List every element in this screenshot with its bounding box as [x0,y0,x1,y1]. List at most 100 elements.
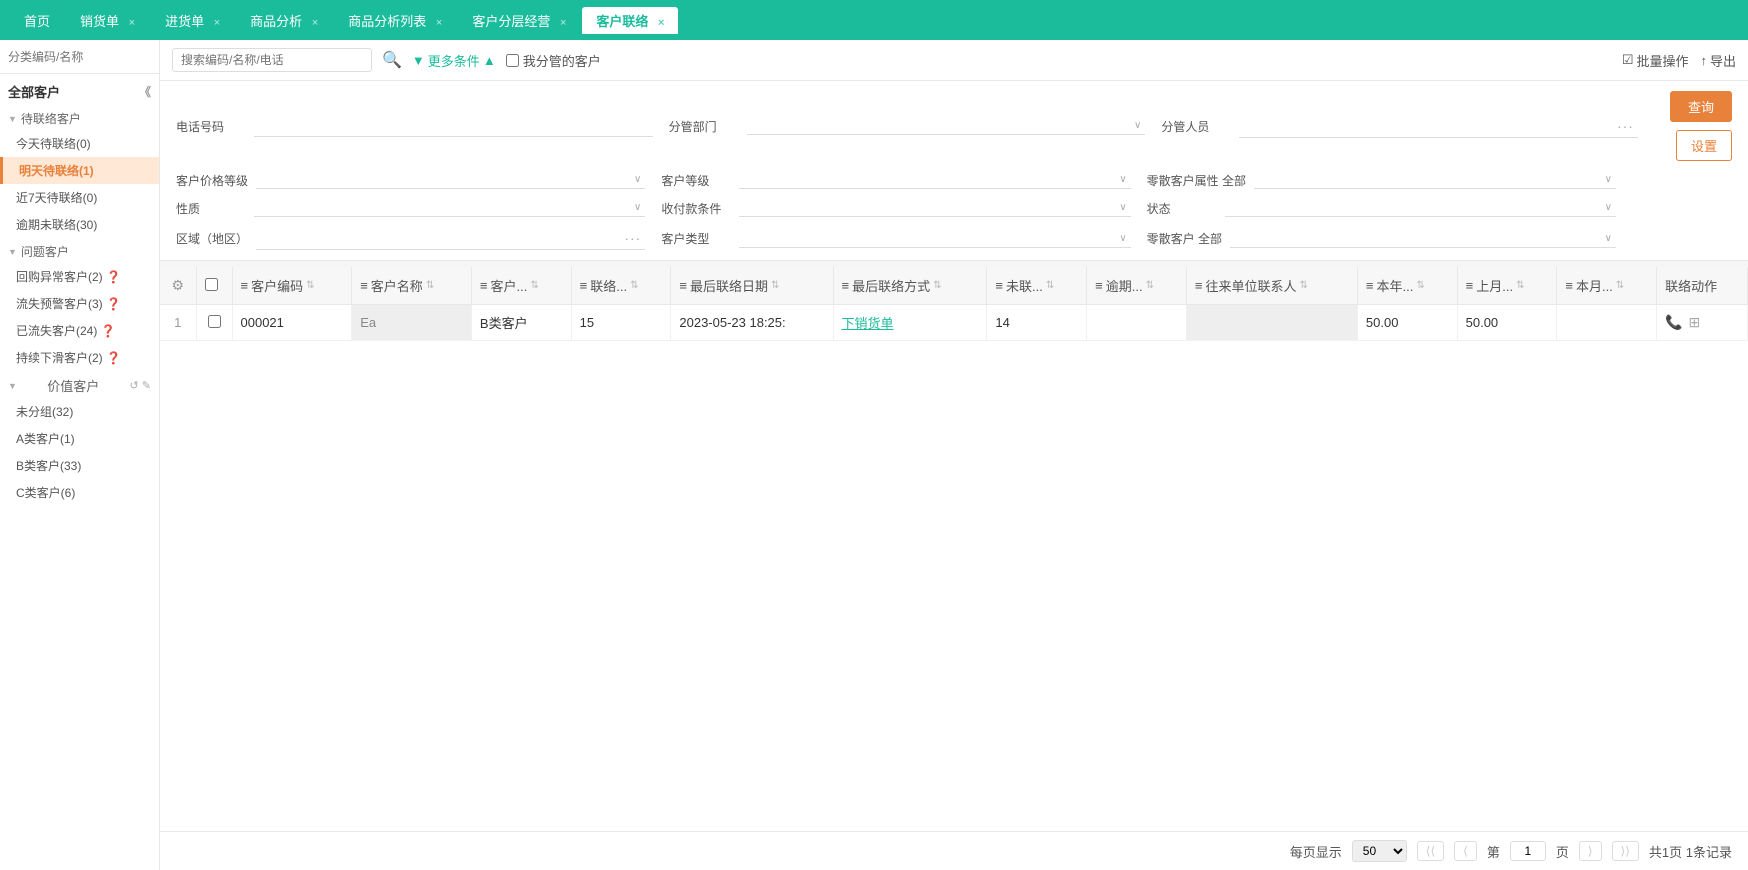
filter-department: 分管部门 ∨ [669,117,1146,135]
sort-icon: ⇅ [306,280,314,291]
last-page-button[interactable]: ⟩⟩ [1612,841,1639,861]
nav-sales-order[interactable]: 销货单 × [66,7,149,34]
sidebar-item-declining[interactable]: 持续下滑客户(2) ❓ [0,344,159,371]
th-current-month: ≡ 本月... ⇅ [1557,267,1657,305]
sales-order-link[interactable]: 下销货单 [842,316,894,331]
customer-type-dropdown[interactable]: ∨ [739,230,1130,248]
collapse-icon[interactable]: 《 [139,83,151,100]
customer-level-dropdown[interactable]: ∨ [739,171,1130,189]
td-no-contact: 14 [987,305,1087,341]
search-button[interactable]: 🔍 [382,50,402,70]
th-no-contact: ≡ 未联... ⇅ [987,267,1087,305]
filter-row-1: 电话号码 分管部门 ∨ 分管人员 ··· 查询 设置 [176,91,1732,161]
all-customers-header: 全部客户 《 [0,74,159,105]
row-checkbox[interactable] [208,315,221,328]
td-checkbox[interactable] [196,305,232,341]
per-page-select[interactable]: 50 100 200 [1352,840,1407,862]
sidebar-item-class-a[interactable]: A类客户(1) [0,425,159,452]
td-index: 1 [160,305,196,341]
filter-row-3: 性质 ∨ 收付款条件 ∨ 状态 ∨ [176,199,1732,217]
batch-action-button[interactable]: ☑ 批量操作 [1622,51,1689,70]
region-input[interactable]: ··· [256,227,645,250]
th-action: 联络动作 [1657,267,1748,305]
sort-icon: ⇅ [530,280,538,291]
page-input[interactable] [1510,841,1546,861]
search-input[interactable] [172,48,372,72]
sidebar-search-input[interactable] [8,50,160,64]
sidebar-item-churn-warning[interactable]: 流失预警客户(3) ❓ [0,290,159,317]
my-customers-checkbox-label[interactable]: 我分管的客户 [506,51,601,70]
th-name: ≡ 客户名称 ⇅ [352,267,472,305]
th-code: ≡ 客户编码 ⇅ [232,267,352,305]
prev-page-button[interactable]: ⟨ [1454,841,1477,861]
filter-region: 区域（地区） ··· [176,227,645,250]
export-button[interactable]: ↑ 导出 [1700,51,1736,70]
manager-input[interactable]: ··· [1239,115,1638,138]
department-label: 分管部门 [669,118,739,135]
chevron-down-icon: ∨ [634,174,641,185]
status-label: 状态 [1147,200,1217,217]
table-header-row: ⚙ ≡ 客户编码 ⇅ ≡ 客户名称 ⇅ ≡ 客户... ⇅ ≡ 联络... ⇅ … [160,267,1748,305]
nature-label: 性质 [176,200,246,217]
sidebar-item-7days-contact[interactable]: 近7天待联络(0) [0,184,159,211]
retail-customer-dropdown[interactable]: ∨ [1230,230,1616,248]
nav-purchase-order[interactable]: 进货单 × [151,7,234,34]
sort-icon: ⇅ [1616,280,1624,291]
query-button[interactable]: 查询 [1670,91,1732,122]
close-icon: × [129,17,135,29]
chevron-down-icon: ∨ [634,202,641,213]
filter-payment-terms: 收付款条件 ∨ [661,199,1130,217]
next-page-button[interactable]: ⟩ [1579,841,1602,861]
sort-icon: ⇅ [630,280,638,291]
sidebar-item-churned[interactable]: 已流失客户(24) ❓ [0,317,159,344]
nav-product-analysis-list[interactable]: 商品分析列表 × [334,7,456,34]
td-last-month: 50.00 [1457,305,1557,341]
phone-input[interactable] [254,116,653,137]
settings-button[interactable]: 设置 [1676,130,1732,161]
sort-icon: ⇅ [1046,280,1054,291]
nav-home[interactable]: 首页 [10,7,64,34]
more-conditions-button[interactable]: ▼ 更多条件 ▲ [412,51,496,70]
nav-customer-contact[interactable]: 客户联络 × [582,7,678,34]
sort-icon: ⇅ [933,280,941,291]
td-last-method[interactable]: 下销货单 [833,305,987,341]
nature-dropdown[interactable]: ∨ [254,199,645,217]
sidebar-item-overdue-contact[interactable]: 逾期未联络(30) [0,211,159,238]
filter-phone: 电话号码 [176,116,653,137]
th-last-method: ≡ 最后联络方式 ⇅ [833,267,987,305]
sidebar-item-abnormal-repurchase[interactable]: 回购异常客户(2) ❓ [0,263,159,290]
retail-attr-dropdown[interactable]: ∨ [1254,171,1616,189]
payment-terms-dropdown[interactable]: ∨ [739,199,1130,217]
sidebar-item-class-c[interactable]: C类客户(6) [0,479,159,506]
content-area: 🔍 ▼ 更多条件 ▲ 我分管的客户 ☑ 批量操作 ↑ 导出 [160,40,1748,870]
retail-customer-label: 零散客户 全部 [1147,230,1222,247]
payment-terms-label: 收付款条件 [661,200,731,217]
phone-action-icon[interactable]: 📞 [1665,314,1682,331]
my-customers-checkbox[interactable] [506,54,519,67]
sidebar-item-ungrouped[interactable]: 未分组(32) [0,398,159,425]
grid-action-icon[interactable]: ⊞ [1689,314,1701,331]
filter-row-4: 区域（地区） ··· 客户类型 ∨ 零散客户 全部 ∨ [176,227,1732,250]
chevron-down-icon: ∨ [1605,233,1612,244]
group-problem-customers: 问题客户 [0,238,159,263]
sidebar-item-class-b[interactable]: B类客户(33) [0,452,159,479]
select-all-checkbox[interactable] [205,278,218,291]
department-dropdown[interactable]: ∨ [747,117,1146,135]
sidebar-item-tomorrow-contact[interactable]: 明天待联络(1) [0,157,159,184]
status-dropdown[interactable]: ∨ [1225,199,1616,217]
group-pending-contact: 待联络客户 [0,105,159,130]
sort-icon: ⇅ [1146,280,1154,291]
filter-toolbar: 🔍 ▼ 更多条件 ▲ 我分管的客户 ☑ 批量操作 ↑ 导出 [160,40,1748,81]
nav-product-analysis[interactable]: 商品分析 × [236,7,332,34]
table-container: ⚙ ≡ 客户编码 ⇅ ≡ 客户名称 ⇅ ≡ 客户... ⇅ ≡ 联络... ⇅ … [160,267,1748,831]
th-checkbox[interactable] [196,267,232,305]
more-icon: ··· [1617,118,1634,134]
nav-customer-stratification[interactable]: 客户分层经营 × [458,7,580,34]
price-level-label: 客户价格等级 [176,172,248,189]
price-level-dropdown[interactable]: ∨ [256,171,645,189]
td-last-date: 2023-05-23 18:25: [671,305,833,341]
first-page-button[interactable]: ⟨⟨ [1417,841,1444,861]
th-gear[interactable]: ⚙ [160,267,196,305]
filter-customer-type: 客户类型 ∨ [661,230,1130,248]
sidebar-item-today-contact[interactable]: 今天待联络(0) [0,130,159,157]
